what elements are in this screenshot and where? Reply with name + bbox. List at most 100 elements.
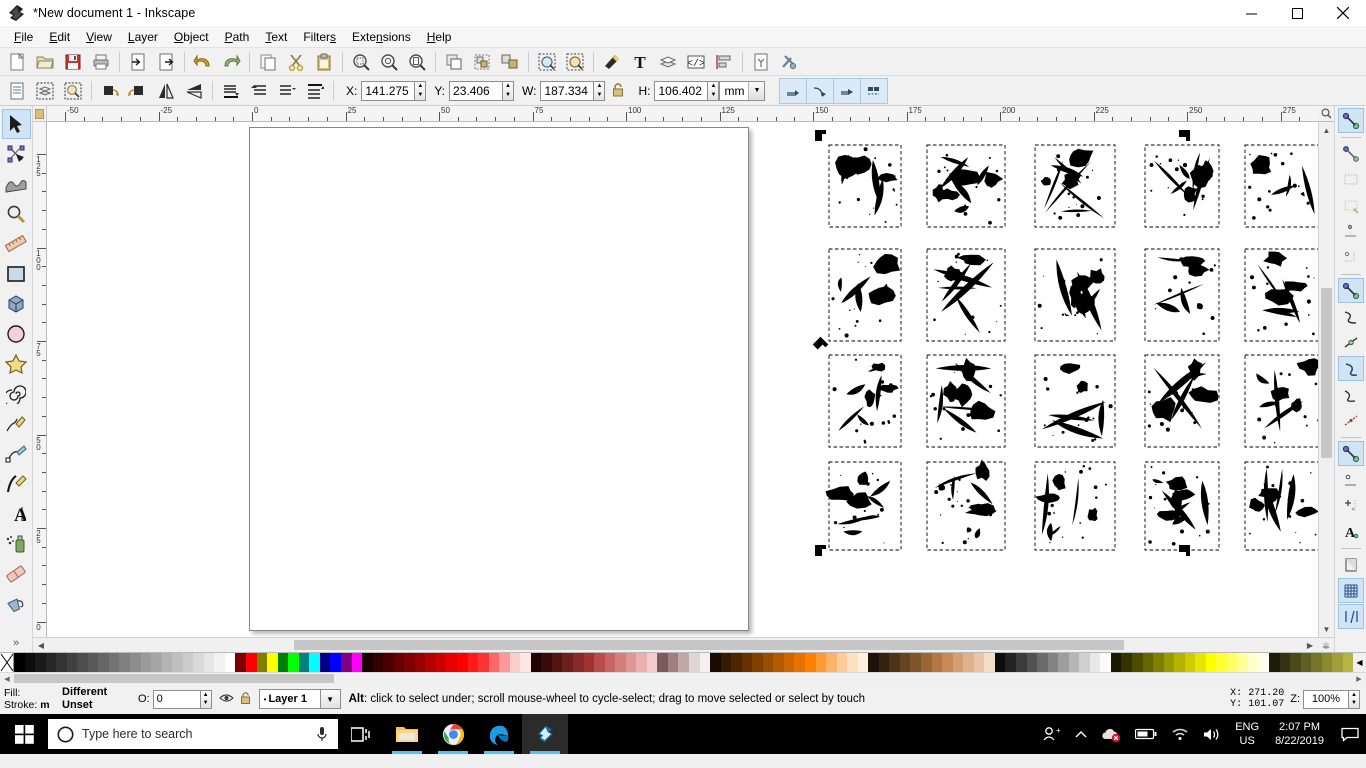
unit-select[interactable]: mm ▼ (719, 80, 766, 101)
palette-swatch[interactable] (1142, 653, 1154, 672)
palette-swatch[interactable] (847, 653, 858, 672)
palette-swatch[interactable] (1047, 653, 1059, 672)
selection-bbox[interactable] (828, 354, 902, 448)
palette-swatch[interactable] (1068, 653, 1080, 672)
language-indicator[interactable]: ENG US (1229, 720, 1265, 748)
palette-swatch[interactable] (530, 653, 542, 672)
h-input[interactable] (654, 80, 709, 101)
eye-icon[interactable] (218, 691, 234, 707)
palette-swatch[interactable] (1311, 653, 1322, 672)
palette-swatch[interactable] (1110, 653, 1122, 672)
secondary-scroll-track[interactable] (14, 673, 1352, 684)
object-properties-icon[interactable] (561, 49, 589, 75)
palette-swatch[interactable] (277, 653, 289, 672)
palette-swatch[interactable] (130, 653, 141, 672)
palette-swatch[interactable] (499, 653, 510, 672)
palette-swatch[interactable] (657, 653, 668, 672)
palette-swatch[interactable] (1005, 653, 1016, 672)
vertical-scrollbar[interactable]: ▲ ▼ (1318, 122, 1334, 637)
palette-swatch[interactable] (1195, 653, 1206, 672)
palette-swatch[interactable] (762, 653, 774, 672)
maximize-button[interactable] (1274, 0, 1320, 26)
taskbar-app-inkscape[interactable] (522, 714, 568, 754)
palette-swatch[interactable] (868, 653, 879, 672)
clock[interactable]: 2:07 PM 8/22/2019 (1265, 720, 1334, 748)
palette-swatch[interactable] (182, 653, 194, 672)
palette-swatch[interactable] (161, 653, 173, 672)
cut-icon[interactable] (282, 49, 310, 75)
palette-swatch[interactable] (108, 653, 120, 672)
palette-swatch[interactable] (383, 653, 394, 672)
menu-path[interactable]: Path (217, 28, 258, 46)
palette-swatch[interactable] (298, 653, 310, 672)
palette-none-swatch[interactable] (0, 653, 14, 672)
toolbox-overflow[interactable]: » (13, 637, 19, 649)
snap-others-button[interactable] (1337, 441, 1364, 466)
palette-swatch[interactable] (172, 653, 183, 672)
snap-nodes-paths-button[interactable] (1337, 278, 1364, 303)
palette-swatch[interactable] (119, 653, 131, 672)
save-document-icon[interactable] (59, 49, 87, 75)
palette-swatch[interactable] (1037, 653, 1048, 672)
palette-swatch[interactable] (1131, 653, 1143, 672)
artwork-glyph[interactable] (828, 354, 902, 448)
snap-grids-button[interactable] (1337, 578, 1364, 603)
palette-swatch[interactable] (594, 653, 605, 672)
vertical-ruler[interactable]: 125 100 75 50 25 0 (33, 122, 47, 637)
rectangle-tool[interactable] (2, 259, 31, 289)
vertical-scroll-track[interactable] (1319, 138, 1334, 621)
snap-bounding-boxes-button[interactable] (1338, 141, 1364, 166)
opacity-spinner[interactable]: ▲ ▼ (200, 689, 212, 709)
document-properties-icon[interactable] (747, 49, 775, 75)
bezier-tool[interactable] (2, 439, 31, 469)
selection-handle[interactable] (812, 336, 829, 353)
palette-swatch[interactable] (66, 653, 78, 672)
palette-swatch[interactable] (773, 653, 784, 672)
palette-swatch[interactable] (551, 653, 563, 672)
star-tool[interactable] (2, 349, 31, 379)
artwork-glyph-grid[interactable] (807, 127, 1318, 597)
snap-to-paths-button[interactable] (1338, 304, 1364, 329)
palette-swatch[interactable] (963, 653, 974, 672)
text-tool[interactable]: A (2, 499, 31, 529)
affect-gradients-icon[interactable] (833, 77, 862, 104)
palette-swatch[interactable] (646, 653, 658, 672)
artwork-glyph[interactable] (828, 144, 902, 228)
new-document-icon[interactable] (3, 49, 31, 75)
palette-swatch[interactable] (1332, 653, 1343, 672)
palette-swatch[interactable] (1015, 653, 1027, 672)
flip-vertical-icon[interactable] (180, 78, 208, 104)
node-tool[interactable] (2, 139, 31, 169)
lower-to-bottom-icon[interactable] (301, 78, 329, 104)
undo-icon[interactable] (189, 49, 217, 75)
menu-help[interactable]: Help (419, 28, 460, 46)
palette-swatch[interactable] (572, 653, 584, 672)
artwork-glyph[interactable] (926, 248, 1006, 342)
palette-swatch[interactable] (235, 653, 247, 672)
zoom-corner-icon[interactable] (1318, 106, 1334, 122)
snap-midpoints-line-segments-button[interactable] (1338, 408, 1364, 433)
palette-swatch[interactable] (1026, 653, 1038, 672)
palette-swatch[interactable] (1247, 653, 1259, 672)
palette-swatch[interactable] (267, 653, 278, 672)
palette-swatch[interactable] (467, 653, 479, 672)
menu-edit[interactable]: Edit (41, 28, 78, 46)
sticky-zoom-icon[interactable] (1318, 638, 1334, 652)
palette-swatch[interactable] (393, 653, 405, 672)
palette-swatch[interactable] (98, 653, 109, 672)
palette-swatch[interactable] (256, 653, 268, 672)
palette-swatch[interactable] (1100, 653, 1111, 672)
layers-icon[interactable] (654, 49, 682, 75)
horizontal-scroll-thumb[interactable] (294, 640, 1124, 650)
palette-swatch[interactable] (24, 653, 36, 672)
palette-swatch[interactable] (140, 653, 152, 672)
palette-swatch[interactable] (151, 653, 162, 672)
scroll-left-arrow-2[interactable]: ◀ (0, 673, 14, 684)
palette-swatch[interactable] (246, 653, 257, 672)
w-spinner[interactable]: ▲ ▼ (594, 80, 606, 101)
palette-swatch[interactable] (1237, 653, 1248, 672)
windows-start-icon[interactable] (0, 714, 48, 754)
snap-path-intersections-button[interactable] (1338, 330, 1364, 355)
artwork-glyph[interactable] (1034, 144, 1116, 228)
zoom-selection-icon[interactable] (347, 49, 375, 75)
